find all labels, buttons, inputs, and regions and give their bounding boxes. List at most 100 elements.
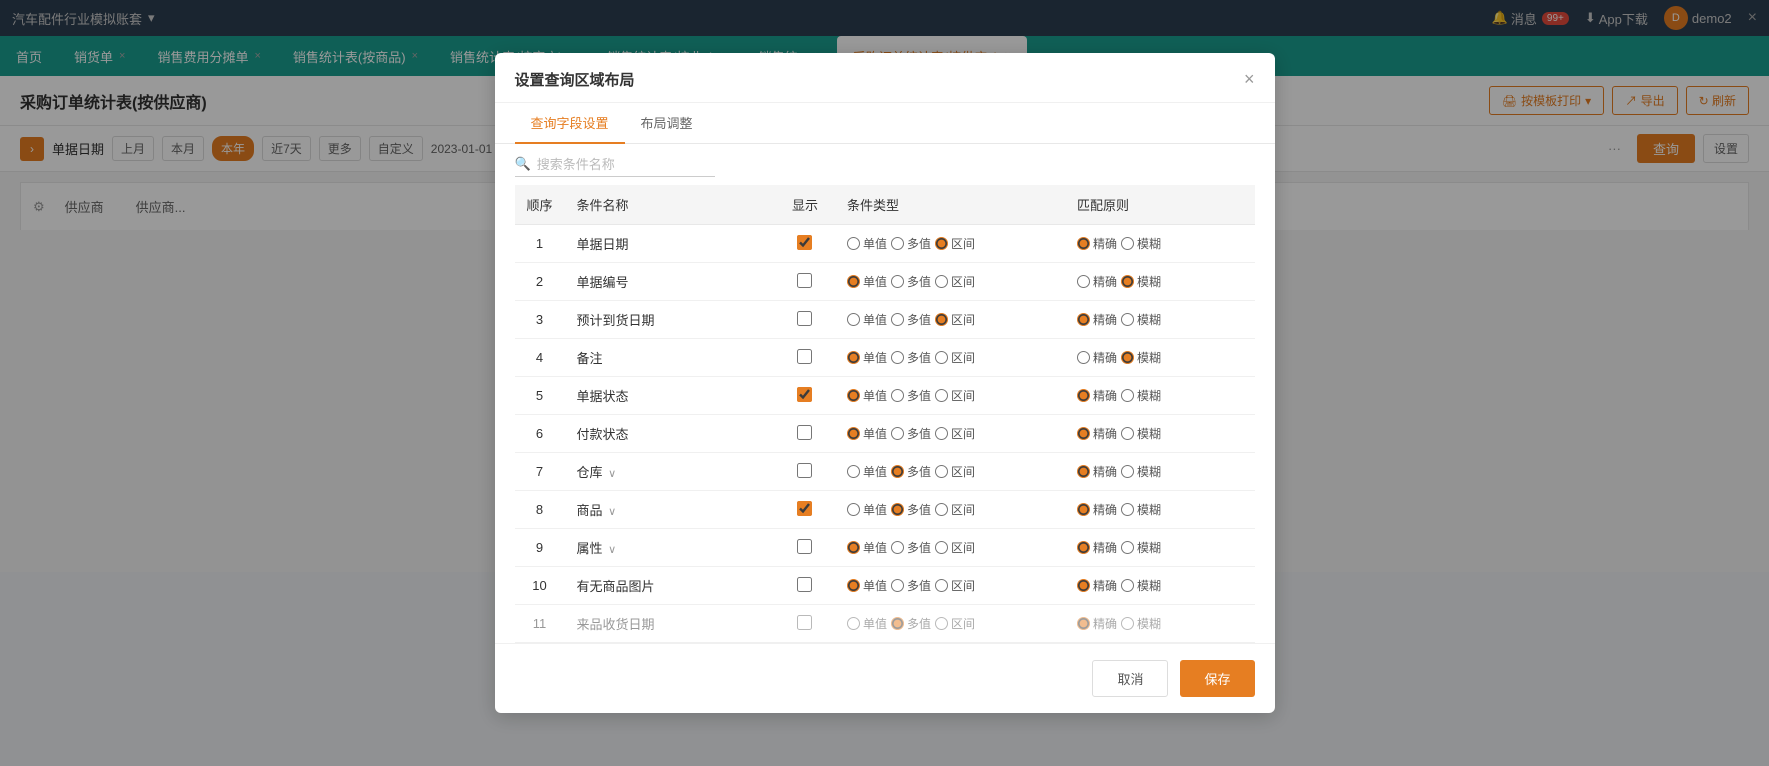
type-radio-range[interactable] — [935, 503, 948, 516]
type-radio-label-single[interactable]: 单值 — [847, 311, 887, 328]
type-radio-label-range[interactable]: 区间 — [935, 425, 975, 442]
match-radio-exact[interactable] — [1077, 389, 1090, 402]
match-radio-exact[interactable] — [1077, 579, 1090, 592]
match-radio-label-exact[interactable]: 精确 — [1077, 349, 1117, 366]
match-radio-label-exact[interactable]: 精确 — [1077, 235, 1117, 252]
type-radio-range[interactable] — [935, 541, 948, 554]
dropdown-arrow-icon[interactable]: ∨ — [608, 506, 616, 518]
match-radio-label-exact[interactable]: 精确 — [1077, 501, 1117, 518]
type-radio-label-single[interactable]: 单值 — [847, 615, 887, 632]
match-radio-label-exact[interactable]: 精确 — [1077, 615, 1117, 632]
match-radio-label-exact[interactable]: 精确 — [1077, 577, 1117, 594]
cell-show[interactable] — [775, 263, 835, 301]
cell-type[interactable]: 单值多值区间 — [835, 605, 1065, 643]
type-radio-single[interactable] — [847, 427, 860, 440]
type-radio-multi[interactable] — [891, 579, 904, 592]
type-radio-label-multi[interactable]: 多值 — [891, 387, 931, 404]
type-radio-label-multi[interactable]: 多值 — [891, 311, 931, 328]
cell-match[interactable]: 精确模糊 — [1065, 491, 1255, 529]
type-radio-range[interactable] — [935, 275, 948, 288]
type-radio-multi[interactable] — [891, 541, 904, 554]
type-radio-label-range[interactable]: 区间 — [935, 387, 975, 404]
cell-show[interactable] — [775, 225, 835, 263]
type-radio-multi[interactable] — [891, 351, 904, 364]
show-checkbox[interactable] — [797, 501, 812, 516]
cell-type[interactable]: 单值多值区间 — [835, 491, 1065, 529]
type-radio-single[interactable] — [847, 389, 860, 402]
match-radio-exact[interactable] — [1077, 617, 1090, 630]
match-radio-fuzzy[interactable] — [1121, 275, 1134, 288]
show-checkbox[interactable] — [797, 463, 812, 478]
match-radio-exact[interactable] — [1077, 503, 1090, 516]
match-radio-exact[interactable] — [1077, 465, 1090, 478]
match-radio-label-exact[interactable]: 精确 — [1077, 463, 1117, 480]
dropdown-arrow-icon[interactable]: ∨ — [608, 544, 616, 556]
type-radio-multi[interactable] — [891, 427, 904, 440]
cell-show[interactable] — [775, 453, 835, 491]
dialog-close-button[interactable]: × — [1244, 69, 1255, 90]
type-radio-multi[interactable] — [891, 389, 904, 402]
type-radio-label-range[interactable]: 区间 — [935, 615, 975, 632]
dialog-tab-query-fields[interactable]: 查询字段设置 — [515, 103, 625, 144]
cell-match[interactable]: 精确模糊 — [1065, 605, 1255, 643]
cell-type[interactable]: 单值多值区间 — [835, 339, 1065, 377]
show-checkbox[interactable] — [797, 349, 812, 364]
cell-match[interactable]: 精确模糊 — [1065, 301, 1255, 339]
type-radio-range[interactable] — [935, 351, 948, 364]
match-radio-exact[interactable] — [1077, 427, 1090, 440]
type-radio-multi[interactable] — [891, 275, 904, 288]
type-radio-label-multi[interactable]: 多值 — [891, 349, 931, 366]
match-radio-label-exact[interactable]: 精确 — [1077, 425, 1117, 442]
cell-match[interactable]: 精确模糊 — [1065, 377, 1255, 415]
match-radio-label-fuzzy[interactable]: 模糊 — [1121, 577, 1161, 594]
type-radio-range[interactable] — [935, 313, 948, 326]
match-radio-label-fuzzy[interactable]: 模糊 — [1121, 425, 1161, 442]
type-radio-multi[interactable] — [891, 465, 904, 478]
type-radio-single[interactable] — [847, 275, 860, 288]
type-radio-label-range[interactable]: 区间 — [935, 311, 975, 328]
match-radio-fuzzy[interactable] — [1121, 313, 1134, 326]
type-radio-label-range[interactable]: 区间 — [935, 577, 975, 594]
show-checkbox[interactable] — [797, 311, 812, 326]
show-checkbox[interactable] — [797, 615, 812, 630]
type-radio-multi[interactable] — [891, 617, 904, 630]
type-radio-single[interactable] — [847, 313, 860, 326]
search-input[interactable] — [537, 157, 697, 172]
type-radio-label-multi[interactable]: 多值 — [891, 425, 931, 442]
type-radio-label-multi[interactable]: 多值 — [891, 539, 931, 556]
type-radio-single[interactable] — [847, 617, 860, 630]
cell-match[interactable]: 精确模糊 — [1065, 567, 1255, 605]
dialog-tab-layout-adjust[interactable]: 布局调整 — [625, 103, 709, 144]
cell-type[interactable]: 单值多值区间 — [835, 301, 1065, 339]
type-radio-multi[interactable] — [891, 237, 904, 250]
match-radio-exact[interactable] — [1077, 541, 1090, 554]
cell-type[interactable]: 单值多值区间 — [835, 377, 1065, 415]
show-checkbox[interactable] — [797, 425, 812, 440]
match-radio-label-exact[interactable]: 精确 — [1077, 387, 1117, 404]
match-radio-exact[interactable] — [1077, 313, 1090, 326]
cell-show[interactable] — [775, 301, 835, 339]
type-radio-label-single[interactable]: 单值 — [847, 463, 887, 480]
match-radio-fuzzy[interactable] — [1121, 465, 1134, 478]
type-radio-label-single[interactable]: 单值 — [847, 425, 887, 442]
type-radio-multi[interactable] — [891, 313, 904, 326]
type-radio-range[interactable] — [935, 389, 948, 402]
match-radio-label-fuzzy[interactable]: 模糊 — [1121, 311, 1161, 328]
cell-show[interactable] — [775, 567, 835, 605]
type-radio-range[interactable] — [935, 237, 948, 250]
type-radio-range[interactable] — [935, 427, 948, 440]
show-checkbox[interactable] — [797, 539, 812, 554]
save-button[interactable]: 保存 — [1180, 660, 1254, 697]
cell-match[interactable]: 精确模糊 — [1065, 263, 1255, 301]
type-radio-label-single[interactable]: 单值 — [847, 539, 887, 556]
type-radio-single[interactable] — [847, 351, 860, 364]
cell-type[interactable]: 单值多值区间 — [835, 263, 1065, 301]
type-radio-label-range[interactable]: 区间 — [935, 349, 975, 366]
type-radio-label-multi[interactable]: 多值 — [891, 463, 931, 480]
type-radio-multi[interactable] — [891, 503, 904, 516]
show-checkbox[interactable] — [797, 577, 812, 592]
cell-show[interactable] — [775, 377, 835, 415]
match-radio-fuzzy[interactable] — [1121, 389, 1134, 402]
cell-match[interactable]: 精确模糊 — [1065, 529, 1255, 567]
type-radio-label-single[interactable]: 单值 — [847, 235, 887, 252]
